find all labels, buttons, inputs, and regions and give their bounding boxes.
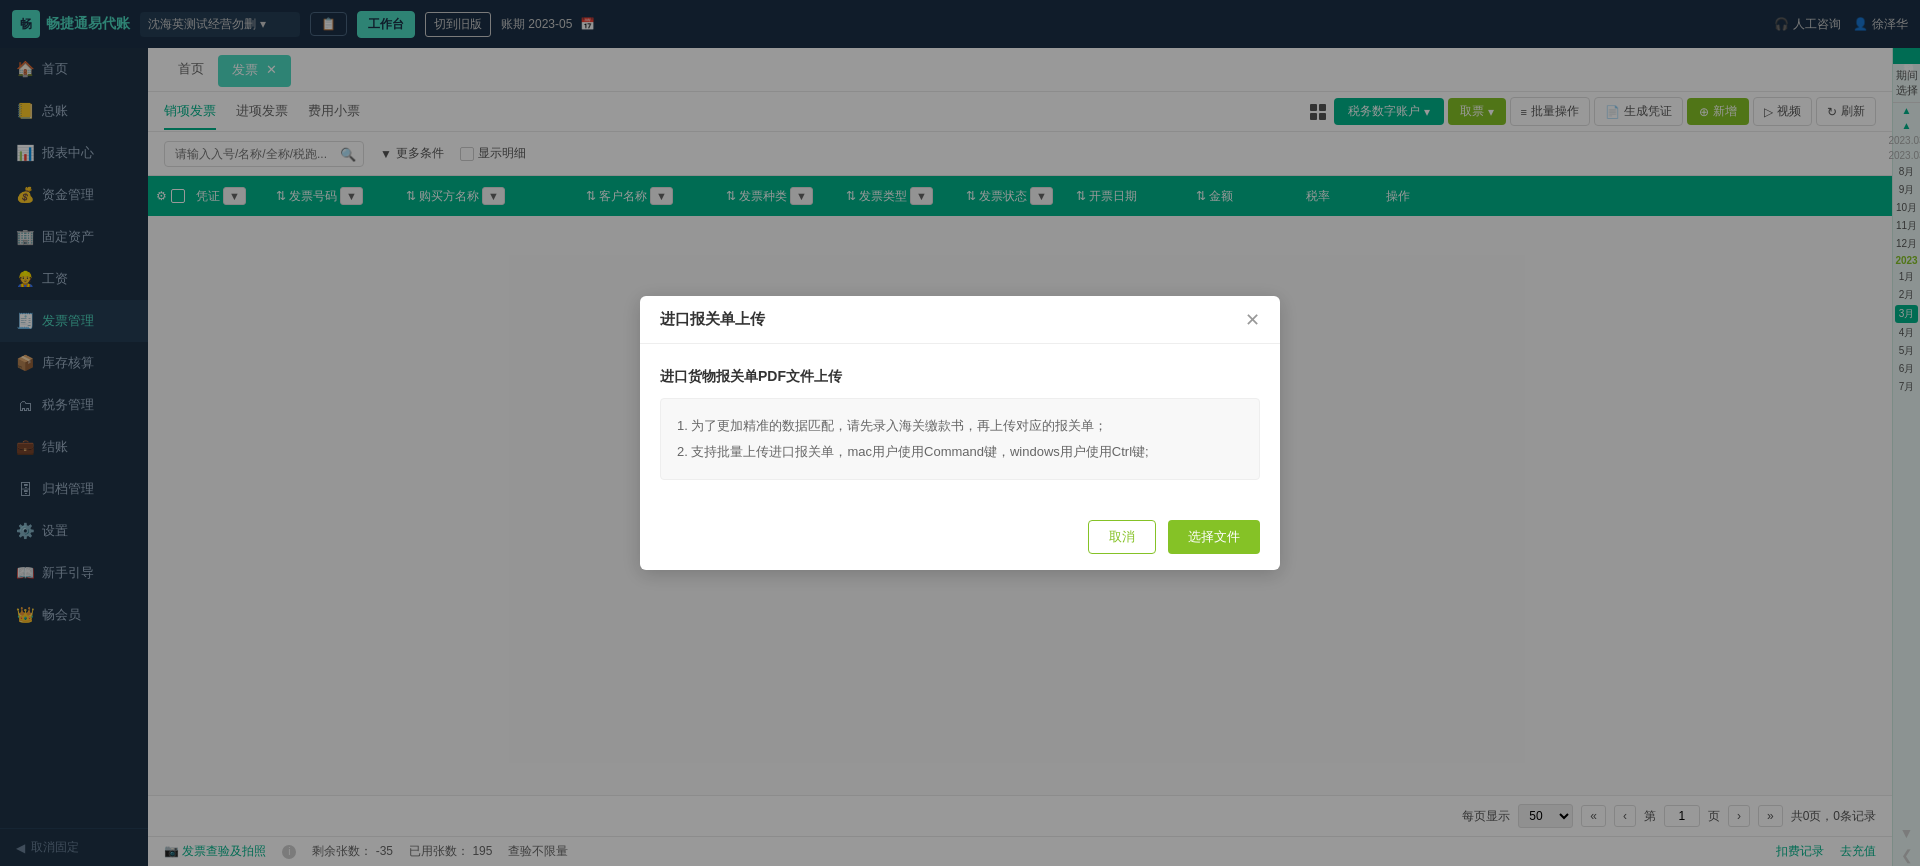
upload-note-1: 1. 为了更加精准的数据匹配，请先录入海关缴款书，再上传对应的报关单； [677, 413, 1243, 439]
modal-overlay[interactable]: 进口报关单上传 ✕ 进口货物报关单PDF文件上传 1. 为了更加精准的数据匹配，… [0, 0, 1920, 866]
select-file-button[interactable]: 选择文件 [1168, 520, 1260, 554]
modal-body: 进口货物报关单PDF文件上传 1. 为了更加精准的数据匹配，请先录入海关缴款书，… [640, 344, 1280, 504]
upload-note-2: 2. 支持批量上传进口报关单，mac用户使用Command键，windows用户… [677, 439, 1243, 465]
cancel-button[interactable]: 取消 [1088, 520, 1156, 554]
modal-footer: 取消 选择文件 [640, 504, 1280, 570]
upload-modal: 进口报关单上传 ✕ 进口货物报关单PDF文件上传 1. 为了更加精准的数据匹配，… [640, 296, 1280, 570]
upload-section-title: 进口货物报关单PDF文件上传 [660, 368, 1260, 386]
upload-notes: 1. 为了更加精准的数据匹配，请先录入海关缴款书，再上传对应的报关单； 2. 支… [660, 398, 1260, 480]
modal-header: 进口报关单上传 ✕ [640, 296, 1280, 344]
modal-close-button[interactable]: ✕ [1245, 311, 1260, 329]
modal-title: 进口报关单上传 [660, 310, 765, 329]
